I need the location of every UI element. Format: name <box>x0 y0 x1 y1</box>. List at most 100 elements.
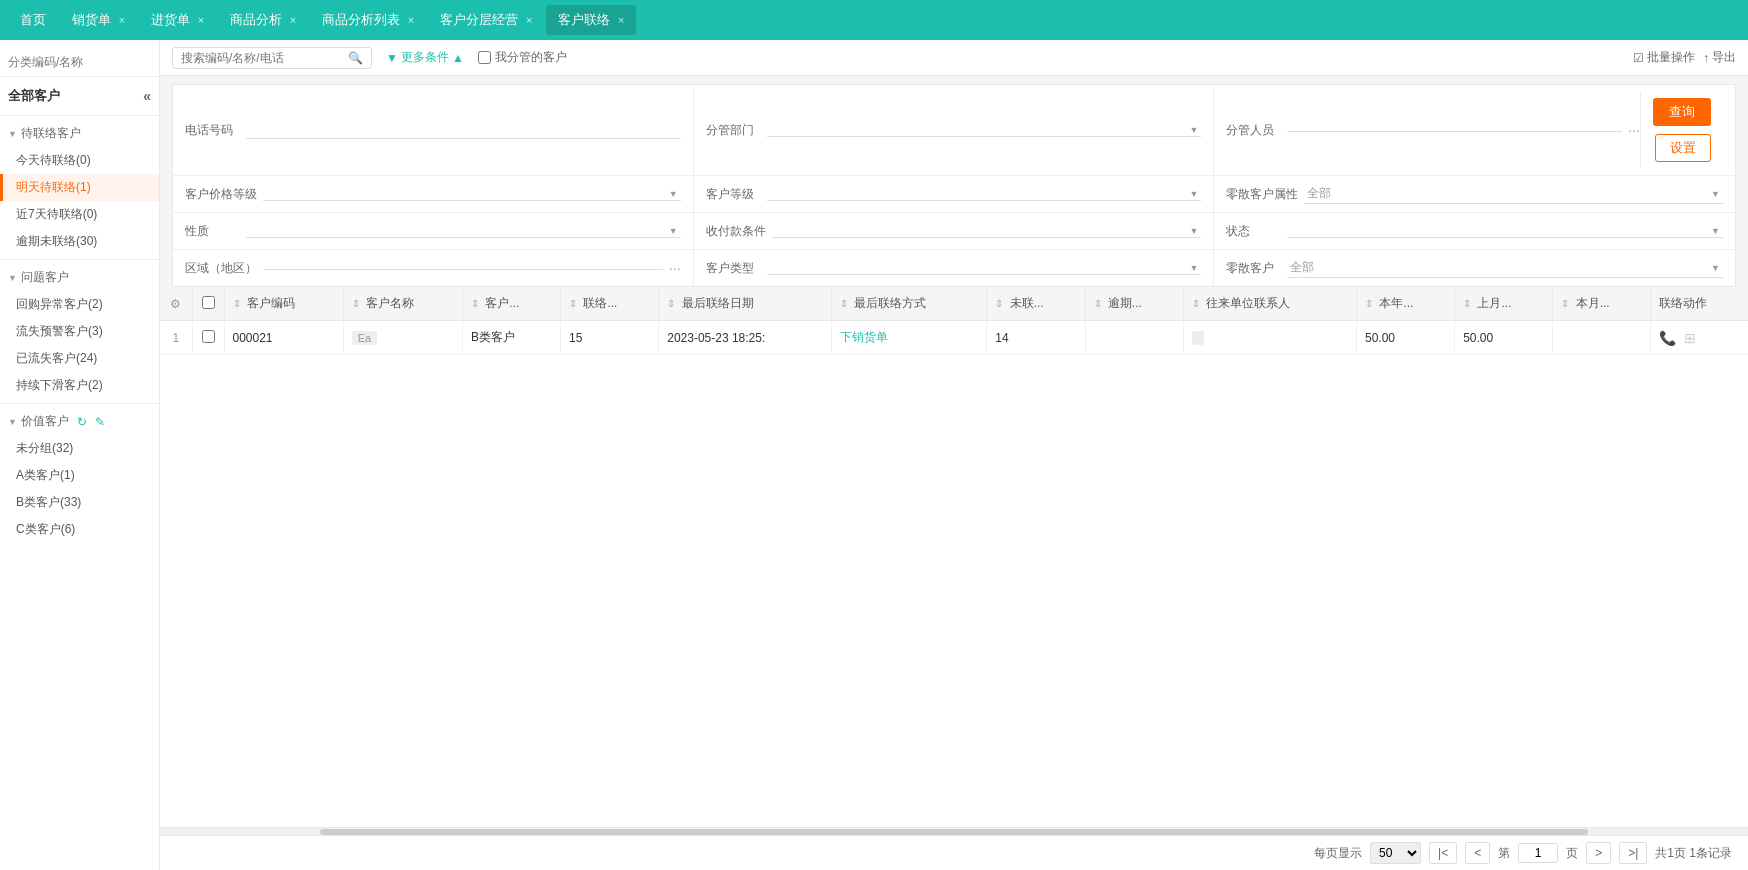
sidebar-item-declining[interactable]: 持续下滑客户(2) <box>0 372 159 399</box>
gear-icon: ⚙ <box>170 297 181 311</box>
sidebar-search-container: 🔍 <box>0 48 159 77</box>
filter-retail-select[interactable]: 全部 ▼ <box>1287 258 1723 278</box>
filter-action-col: 查询 设置 <box>1640 92 1723 168</box>
col-this-year[interactable]: ⇕ 本年... <box>1356 287 1454 321</box>
my-customers-checkbox-area[interactable]: 我分管的客户 <box>478 49 567 66</box>
filter-nature-select[interactable]: ▼ <box>246 225 681 238</box>
row-number: 1 <box>160 321 192 355</box>
last-page-btn[interactable]: >| <box>1619 842 1647 864</box>
query-button[interactable]: 查询 <box>1653 98 1711 126</box>
nav-sales-order[interactable]: 销货单 × <box>60 5 137 35</box>
pending-group-header[interactable]: 待联络客户 <box>0 120 159 147</box>
col-sort-icon11: ⇕ <box>1463 298 1471 309</box>
collapse-icon[interactable]: « <box>143 88 151 104</box>
col-overdue[interactable]: ⇕ 逾期... <box>1085 287 1183 321</box>
set-button[interactable]: 设置 <box>1655 134 1711 162</box>
sidebar-search-input[interactable] <box>8 55 158 69</box>
first-page-btn[interactable]: |< <box>1429 842 1457 864</box>
sidebar-item-churned[interactable]: 已流失客户(24) <box>0 345 159 372</box>
sidebar-item-class-a[interactable]: A类客户(1) <box>0 462 159 489</box>
sidebar-item-7days-contact[interactable]: 近7天待联络(0) <box>0 201 159 228</box>
sidebar-item-churn-warning[interactable]: 流失预警客户(3) <box>0 318 159 345</box>
scrollbar-area <box>160 827 1748 835</box>
nav-home[interactable]: 首页 <box>8 5 58 35</box>
col-unit-contact[interactable]: ⇕ 往来单位联系人 <box>1183 287 1356 321</box>
col-checkbox[interactable] <box>192 287 224 321</box>
sidebar-item-overdue-contact[interactable]: 逾期未联络(30) <box>0 228 159 255</box>
close-sales-order[interactable]: × <box>119 14 125 26</box>
action-phone-icon[interactable]: 📞 <box>1659 330 1676 346</box>
last-contact-method-link[interactable]: 下销货单 <box>840 330 888 344</box>
nav-purchase-order[interactable]: 进货单 × <box>139 5 216 35</box>
sidebar-item-class-c[interactable]: C类客户(6) <box>0 516 159 543</box>
sidebar-item-today-contact[interactable]: 今天待联络(0) <box>0 147 159 174</box>
select-all-checkbox[interactable] <box>202 296 215 309</box>
cell-last-month: 50.00 <box>1455 321 1553 355</box>
scrollbar-thumb[interactable] <box>320 829 1588 835</box>
filter-status-select[interactable]: ▼ <box>1287 225 1723 238</box>
col-sort-icon6: ⇕ <box>840 298 848 309</box>
cell-this-month <box>1553 321 1651 355</box>
sidebar-all-customers[interactable]: 全部客户 « <box>0 81 159 111</box>
close-customer-contact[interactable]: × <box>618 14 624 26</box>
filter-customer-type-select[interactable]: ▼ <box>767 262 1202 275</box>
filter-payment-select[interactable]: ▼ <box>772 225 1202 238</box>
filter-department-select[interactable]: ▼ <box>767 124 1202 137</box>
col-gear[interactable]: ⚙ <box>160 287 192 321</box>
col-last-contact-method[interactable]: ⇕ 最后联络方式 <box>832 287 987 321</box>
next-page-btn[interactable]: > <box>1586 842 1611 864</box>
close-customer-layering[interactable]: × <box>526 14 532 26</box>
filter-customer-grade-select[interactable]: ▼ <box>767 188 1202 201</box>
filter-region: 区域（地区） ··· <box>173 250 694 286</box>
sidebar-item-class-b[interactable]: B类客户(33) <box>0 489 159 516</box>
cell-last-contact-method[interactable]: 下销货单 <box>832 321 987 355</box>
more-conditions-btn[interactable]: ▼ 更多条件 ▲ <box>380 46 470 69</box>
toolbar-search-icon[interactable]: 🔍 <box>348 51 363 65</box>
close-product-analysis-list[interactable]: × <box>408 14 414 26</box>
filter-nature-arrow: ▼ <box>669 226 678 236</box>
col-last-month[interactable]: ⇕ 上月... <box>1455 287 1553 321</box>
value-group-header[interactable]: 价值客户 ↻ ✎ <box>0 408 159 435</box>
col-customer-name[interactable]: ⇕ 客户名称 <box>343 287 462 321</box>
filter-price-level-select[interactable]: ▼ <box>263 188 681 201</box>
nav-customer-layering[interactable]: 客户分层经营 × <box>428 5 544 35</box>
filter-phone: 电话号码 <box>173 85 694 175</box>
sidebar-item-ungrouped[interactable]: 未分组(32) <box>0 435 159 462</box>
row-checkbox-cell[interactable] <box>192 321 224 355</box>
filter-region-dots[interactable]: ··· <box>669 260 681 276</box>
filter-retail-attr-select[interactable]: 全部 ▼ <box>1304 184 1723 204</box>
nav-product-analysis[interactable]: 商品分析 × <box>218 5 308 35</box>
filter-row-3: 性质 ▼ 收付款条件 ▼ 状态 <box>173 213 1735 250</box>
filter-phone-input[interactable] <box>246 122 681 139</box>
nav-product-analysis-list[interactable]: 商品分析列表 × <box>310 5 426 35</box>
batch-operation-btn[interactable]: ☑ 批量操作 <box>1633 49 1695 66</box>
close-product-analysis[interactable]: × <box>290 14 296 26</box>
my-customers-checkbox[interactable] <box>478 51 491 64</box>
col-contacts[interactable]: ⇕ 联络... <box>561 287 659 321</box>
search-input[interactable] <box>181 51 344 65</box>
value-group-edit[interactable]: ✎ <box>95 415 105 429</box>
filter-payment-terms: 收付款条件 ▼ <box>694 213 1215 249</box>
sidebar-item-tomorrow-contact[interactable]: 明天待联络(1) <box>0 174 159 201</box>
problem-group-header[interactable]: 问题客户 <box>0 264 159 291</box>
nav-customer-contact[interactable]: 客户联络 × <box>546 5 636 35</box>
prev-page-btn[interactable]: < <box>1465 842 1490 864</box>
close-purchase-order[interactable]: × <box>198 14 204 26</box>
col-this-month[interactable]: ⇕ 本月... <box>1553 287 1651 321</box>
sidebar-item-repurchase-abnormal[interactable]: 回购异常客户(2) <box>0 291 159 318</box>
filter-manager-select[interactable] <box>1287 129 1622 132</box>
filter-manager-dots[interactable]: ··· <box>1628 122 1640 138</box>
filter-region-select[interactable] <box>263 267 663 270</box>
row-checkbox[interactable] <box>202 330 215 343</box>
export-btn[interactable]: ↑ 导出 <box>1703 49 1736 66</box>
col-customer-code[interactable]: ⇕ 客户编码 <box>224 287 343 321</box>
filter-row-4: 区域（地区） ··· 客户类型 ▼ 零散客户 全部 <box>173 250 1735 286</box>
page-input[interactable] <box>1518 843 1558 863</box>
per-page-select[interactable]: 50 10 20 100 <box>1370 842 1421 864</box>
toolbar: 🔍 ▼ 更多条件 ▲ 我分管的客户 ☑ 批量操作 ↑ 导出 <box>160 40 1748 76</box>
col-last-contact-date[interactable]: ⇕ 最后联络日期 <box>659 287 832 321</box>
col-customer-type[interactable]: ⇕ 客户... <box>462 287 560 321</box>
col-no-contact[interactable]: ⇕ 未联... <box>987 287 1085 321</box>
value-group-refresh[interactable]: ↻ <box>77 415 87 429</box>
action-grid-icon[interactable]: ⊞ <box>1684 330 1696 346</box>
